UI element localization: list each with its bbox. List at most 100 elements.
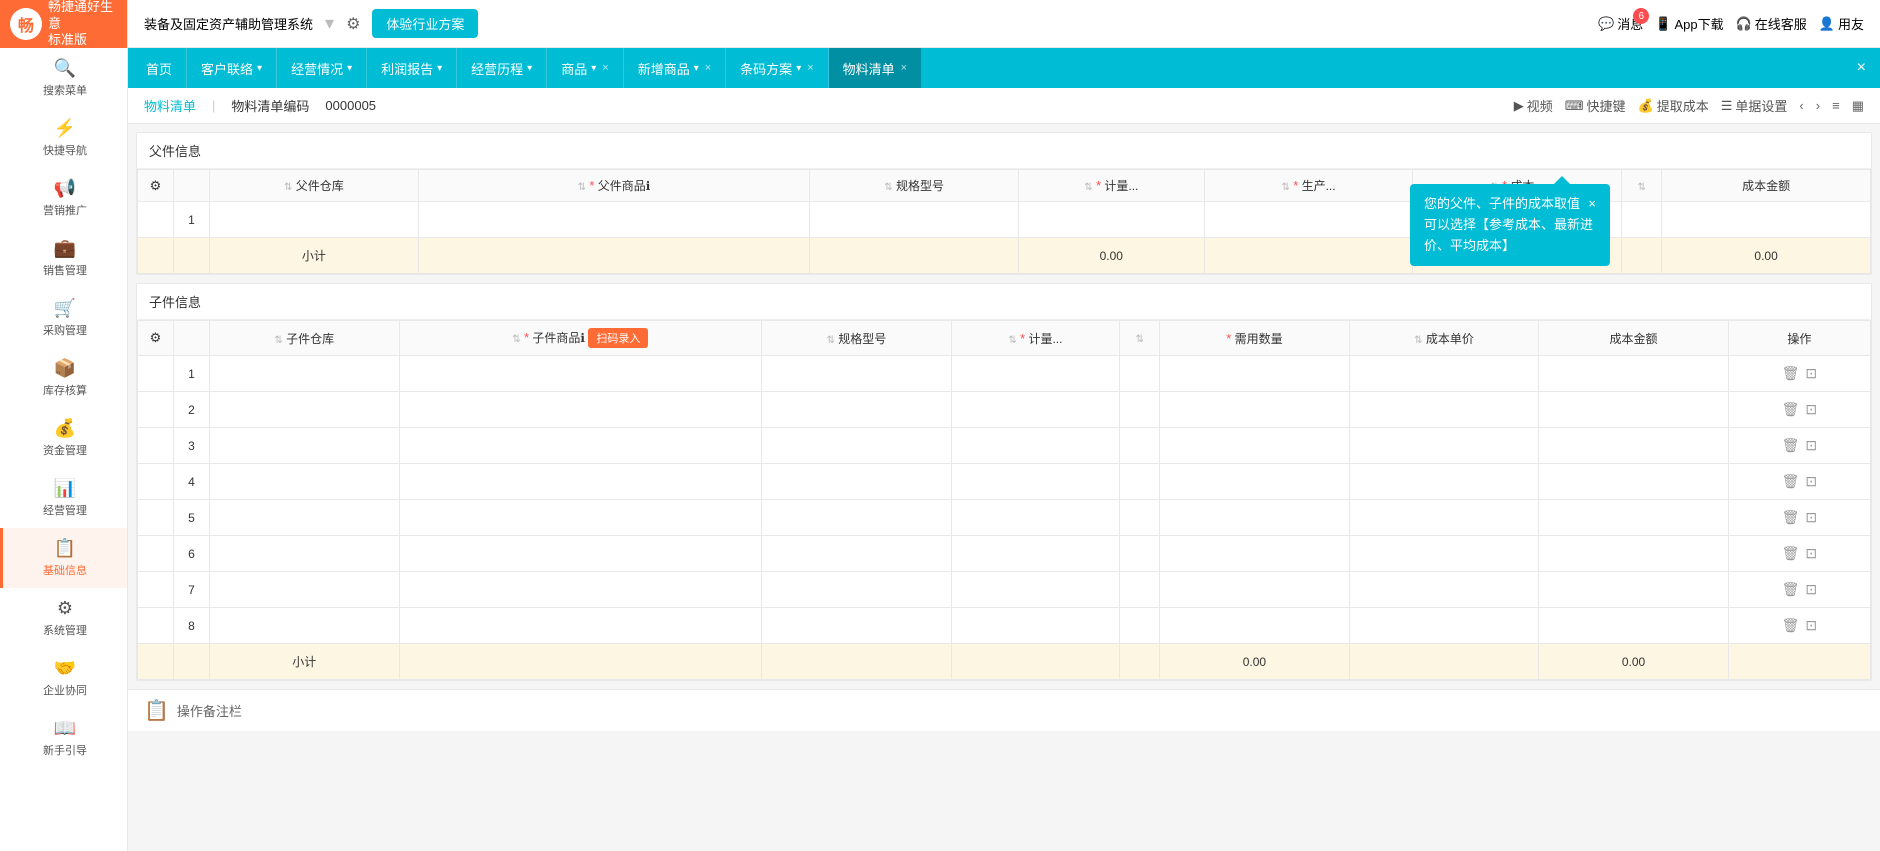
child-row-unit[interactable] xyxy=(951,536,1120,572)
message-action[interactable]: 💬 消息 6 xyxy=(1598,14,1643,33)
sidebar-item-企业协同[interactable]: 🤝企业协同 xyxy=(0,648,127,708)
child-row-product[interactable] xyxy=(399,464,762,500)
sidebar-item-资金管理[interactable]: 💰资金管理 xyxy=(0,408,127,468)
child-row-unit[interactable] xyxy=(951,572,1120,608)
sidebar-item-经营管理[interactable]: 📊经营管理 xyxy=(0,468,127,528)
child-row-spec[interactable] xyxy=(762,536,952,572)
sidebar-item-营销推广[interactable]: 📢营销推广 xyxy=(0,168,127,228)
shortcut-action[interactable]: ⌨ 快捷键 xyxy=(1565,96,1626,115)
child-row-spec[interactable] xyxy=(762,464,952,500)
child-row-product[interactable] xyxy=(399,572,762,608)
child-row-warehouse[interactable] xyxy=(210,428,400,464)
child-row-warehouse[interactable] xyxy=(210,536,400,572)
gear-icon[interactable]: ⚙ xyxy=(346,14,360,34)
grid-view-icon[interactable]: ▦ xyxy=(1852,98,1864,114)
nav-tab-首页[interactable]: 首页 xyxy=(132,48,187,88)
parent-row-production[interactable] xyxy=(1204,202,1413,238)
tab-close-icon[interactable]: × xyxy=(705,62,711,74)
child-row-qty[interactable] xyxy=(1160,428,1350,464)
parent-row-warehouse[interactable] xyxy=(210,202,419,238)
copy-icon[interactable]: ⊡ xyxy=(1805,401,1817,418)
child-row-qty[interactable] xyxy=(1160,536,1350,572)
child-row-spec[interactable] xyxy=(762,356,952,392)
child-row-product[interactable] xyxy=(399,500,762,536)
child-row-warehouse[interactable] xyxy=(210,464,400,500)
copy-icon[interactable]: ⊡ xyxy=(1805,473,1817,490)
child-row-unit[interactable] xyxy=(951,392,1120,428)
delete-icon[interactable]: 🗑 xyxy=(1782,437,1800,454)
sidebar-item-销售管理[interactable]: 💼销售管理 xyxy=(0,228,127,288)
delete-icon[interactable]: 🗑 xyxy=(1782,509,1800,526)
nav-tab-物料清单[interactable]: 物料清单× xyxy=(829,48,922,88)
child-row-product[interactable] xyxy=(399,536,762,572)
settings-action[interactable]: ☰ 单据设置 xyxy=(1721,96,1788,115)
tooltip-close-btn[interactable]: × xyxy=(1588,194,1596,215)
child-row-warehouse[interactable] xyxy=(210,356,400,392)
sidebar-item-基础信息[interactable]: 📋基础信息 xyxy=(0,528,127,588)
copy-icon[interactable]: ⊡ xyxy=(1805,617,1817,634)
child-row-warehouse[interactable] xyxy=(210,392,400,428)
nav-tab-商品[interactable]: 商品▾× xyxy=(547,48,623,88)
child-row-unit[interactable] xyxy=(951,356,1120,392)
child-row-product[interactable] xyxy=(399,428,762,464)
copy-icon[interactable]: ⊡ xyxy=(1805,581,1817,598)
child-row-unit-price[interactable] xyxy=(1349,536,1539,572)
nav-tab-客户联络[interactable]: 客户联络▾ xyxy=(187,48,277,88)
child-row-spec[interactable] xyxy=(762,608,952,644)
child-row-unit-price[interactable] xyxy=(1349,608,1539,644)
delete-icon[interactable]: 🗑 xyxy=(1782,365,1800,382)
parent-row-spec[interactable] xyxy=(810,202,1019,238)
child-row-spec[interactable] xyxy=(762,428,952,464)
sidebar-item-搜索菜单[interactable]: 🔍搜索菜单 xyxy=(0,48,127,108)
tab-close-icon[interactable]: × xyxy=(602,62,608,74)
child-row-unit[interactable] xyxy=(951,500,1120,536)
tab-close-icon[interactable]: × xyxy=(901,62,907,74)
nav-next-btn[interactable]: › xyxy=(1816,98,1820,113)
child-row-qty[interactable] xyxy=(1160,464,1350,500)
dropdown-arrow[interactable]: ▾ xyxy=(325,13,334,34)
breadcrumb-link[interactable]: 物料清单 xyxy=(144,96,196,115)
sidebar-item-库存核算[interactable]: 📦库存核算 xyxy=(0,348,127,408)
nav-tab-利润报告[interactable]: 利润报告▾ xyxy=(367,48,457,88)
child-row-unit[interactable] xyxy=(951,608,1120,644)
sidebar-item-采购管理[interactable]: 🛒采购管理 xyxy=(0,288,127,348)
video-action[interactable]: ▶ 视频 xyxy=(1514,96,1553,115)
delete-icon[interactable]: 🗑 xyxy=(1782,545,1800,562)
online-service-action[interactable]: 🎧 在线客服 xyxy=(1736,14,1807,33)
list-view-icon[interactable]: ≡ xyxy=(1832,98,1840,113)
scan-input-btn[interactable]: 扫码录入 xyxy=(588,328,648,348)
child-row-warehouse[interactable] xyxy=(210,500,400,536)
child-row-warehouse[interactable] xyxy=(210,608,400,644)
copy-icon[interactable]: ⊡ xyxy=(1805,365,1817,382)
child-row-spec[interactable] xyxy=(762,392,952,428)
child-row-product[interactable] xyxy=(399,392,762,428)
tab-close-icon[interactable]: × xyxy=(807,62,813,74)
nav-tab-新增商品[interactable]: 新增商品▾× xyxy=(624,48,726,88)
user-action[interactable]: 👤 用友 xyxy=(1819,14,1864,33)
sidebar-item-新手引导[interactable]: 📖新手引导 xyxy=(0,708,127,768)
child-row-unit-price[interactable] xyxy=(1349,392,1539,428)
child-row-spec[interactable] xyxy=(762,572,952,608)
nav-bar-close-btn[interactable]: × xyxy=(1847,59,1876,77)
copy-icon[interactable]: ⊡ xyxy=(1805,509,1817,526)
delete-icon[interactable]: 🗑 xyxy=(1782,617,1800,634)
parent-row-product[interactable] xyxy=(418,202,809,238)
child-row-qty[interactable] xyxy=(1160,500,1350,536)
child-row-qty[interactable] xyxy=(1160,356,1350,392)
nav-tab-经营情况[interactable]: 经营情况▾ xyxy=(277,48,367,88)
child-row-spec[interactable] xyxy=(762,500,952,536)
child-row-unit-price[interactable] xyxy=(1349,464,1539,500)
child-row-unit-price[interactable] xyxy=(1349,428,1539,464)
child-row-unit[interactable] xyxy=(951,464,1120,500)
sidebar-item-系统管理[interactable]: ⚙系统管理 xyxy=(0,588,127,648)
child-row-unit[interactable] xyxy=(951,428,1120,464)
child-row-qty[interactable] xyxy=(1160,608,1350,644)
child-row-product[interactable] xyxy=(399,356,762,392)
child-col-settings[interactable]: ⚙ xyxy=(138,321,174,356)
nav-prev-btn[interactable]: ‹ xyxy=(1799,98,1803,113)
child-row-unit-price[interactable] xyxy=(1349,356,1539,392)
child-row-unit-price[interactable] xyxy=(1349,500,1539,536)
copy-icon[interactable]: ⊡ xyxy=(1805,437,1817,454)
trial-button[interactable]: 体验行业方案 xyxy=(372,9,478,38)
delete-icon[interactable]: 🗑 xyxy=(1782,401,1800,418)
